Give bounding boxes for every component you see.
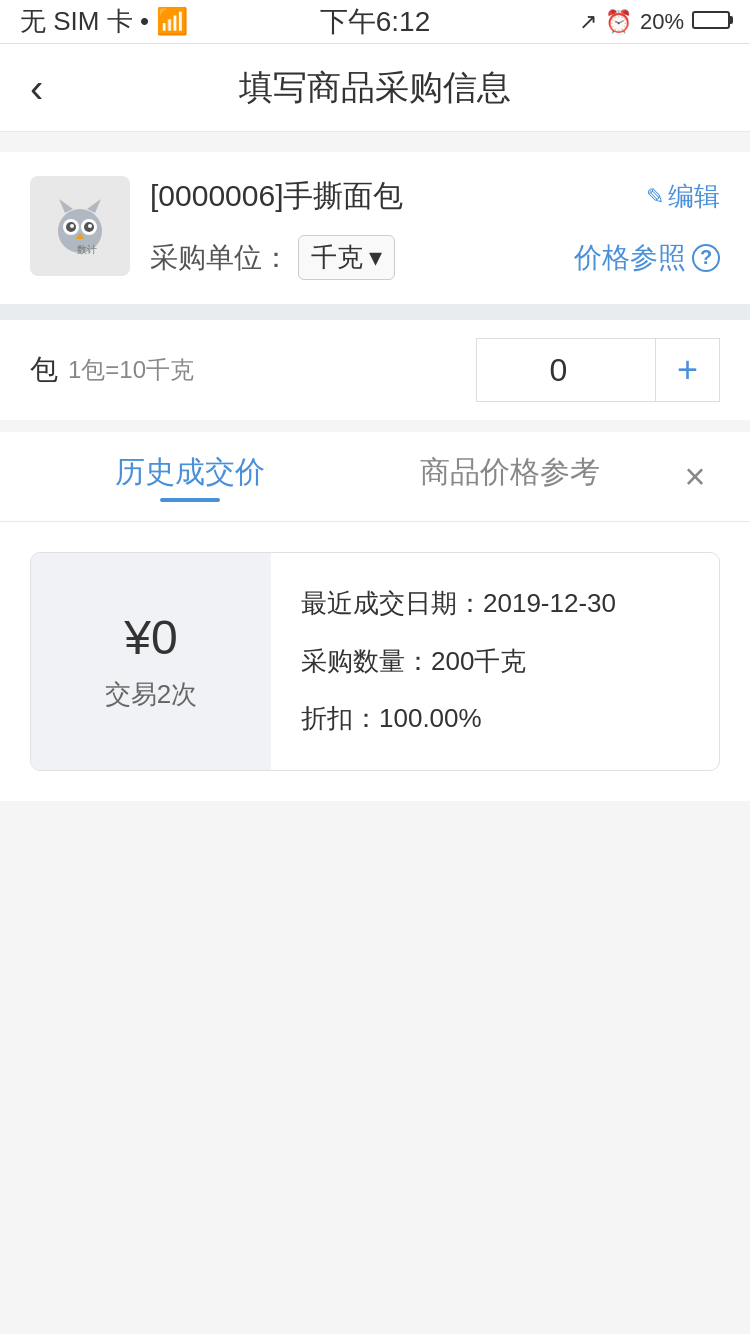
price-ref-label: 价格参照 (574, 239, 686, 277)
status-icons: ↗ ⏰ 20% (579, 9, 730, 35)
edit-button[interactable]: ✎ 编辑 (646, 179, 720, 214)
svg-marker-2 (87, 199, 101, 213)
qty-detail-label: 采购数量： (301, 646, 431, 676)
history-price-section: ¥0 交易2次 (31, 553, 271, 770)
history-details: 最近成交日期：2019-12-30 采购数量：200千克 折扣：100.00% (271, 553, 719, 770)
history-discount-row: 折扣：100.00% (301, 698, 689, 740)
tab-history-price[interactable]: 历史成交价 (30, 452, 350, 501)
qty-detail-value: 200千克 (431, 646, 526, 676)
tab-product-price-ref[interactable]: 商品价格参考 (350, 452, 670, 501)
tabs-header: 历史成交价 商品价格参考 × (0, 432, 750, 522)
unit-value: 千克 (311, 240, 363, 275)
tab-content-history: ¥0 交易2次 最近成交日期：2019-12-30 采购数量：200千克 折扣：… (0, 522, 750, 801)
section-divider (0, 304, 750, 320)
tabs-section: 历史成交价 商品价格参考 × ¥0 交易2次 最近成交日期：2019-12-30… (0, 432, 750, 801)
alarm-icon: ⏰ (605, 9, 632, 35)
history-date-row: 最近成交日期：2019-12-30 (301, 583, 689, 625)
svg-marker-1 (59, 199, 73, 213)
nav-bar: ‹ 填写商品采购信息 (0, 44, 750, 132)
svg-point-7 (70, 224, 74, 228)
history-qty-row: 采购数量：200千克 (301, 641, 689, 683)
footer-space (0, 801, 750, 1334)
dropdown-arrow: ▾ (369, 242, 382, 273)
help-icon: ? (692, 244, 720, 272)
date-label: 最近成交日期： (301, 588, 483, 618)
history-price-value: ¥0 (124, 610, 177, 665)
status-network: 无 SIM 卡 • 📶 (20, 4, 188, 39)
qty-input[interactable] (476, 338, 656, 402)
history-card: ¥0 交易2次 最近成交日期：2019-12-30 采购数量：200千克 折扣：… (30, 552, 720, 771)
battery-percent: 20% (640, 9, 684, 35)
location-icon: ↗ (579, 9, 597, 35)
history-trades: 交易2次 (105, 677, 197, 712)
back-button[interactable]: ‹ (30, 68, 43, 108)
owl-logo-svg: 数计 (45, 191, 115, 261)
page-title: 填写商品采购信息 (239, 65, 511, 111)
price-ref-button[interactable]: 价格参照 ? (574, 239, 720, 277)
battery-icon (692, 9, 730, 35)
product-info: [0000006]手撕面包 ✎ 编辑 采购单位： 千克 ▾ 价格参照 ? (150, 176, 720, 280)
edit-icon: ✎ (646, 184, 664, 210)
tabs-close-button[interactable]: × (670, 452, 720, 502)
svg-point-8 (88, 224, 92, 228)
date-value: 2019-12-30 (483, 588, 616, 618)
qty-plus-button[interactable]: + (656, 338, 720, 402)
qty-unit-name: 包 (30, 351, 58, 389)
status-time: 下午6:12 (320, 3, 431, 41)
product-title: [0000006]手撕面包 (150, 176, 403, 217)
unit-label: 采购单位： (150, 239, 290, 277)
quantity-row: 包 1包=10千克 + (0, 320, 750, 420)
product-card: 数计 [0000006]手撕面包 ✎ 编辑 采购单位： 千克 ▾ (0, 152, 750, 304)
unit-select[interactable]: 千克 ▾ (298, 235, 395, 280)
discount-label: 折扣： (301, 703, 379, 733)
qty-conversion: 1包=10千克 (68, 354, 194, 386)
status-bar: 无 SIM 卡 • 📶 下午6:12 ↗ ⏰ 20% (0, 0, 750, 44)
qty-input-group: + (476, 338, 720, 402)
svg-text:数计: 数计 (77, 244, 97, 255)
edit-label: 编辑 (668, 179, 720, 214)
discount-value: 100.00% (379, 703, 482, 733)
product-thumbnail: 数计 (30, 176, 130, 276)
